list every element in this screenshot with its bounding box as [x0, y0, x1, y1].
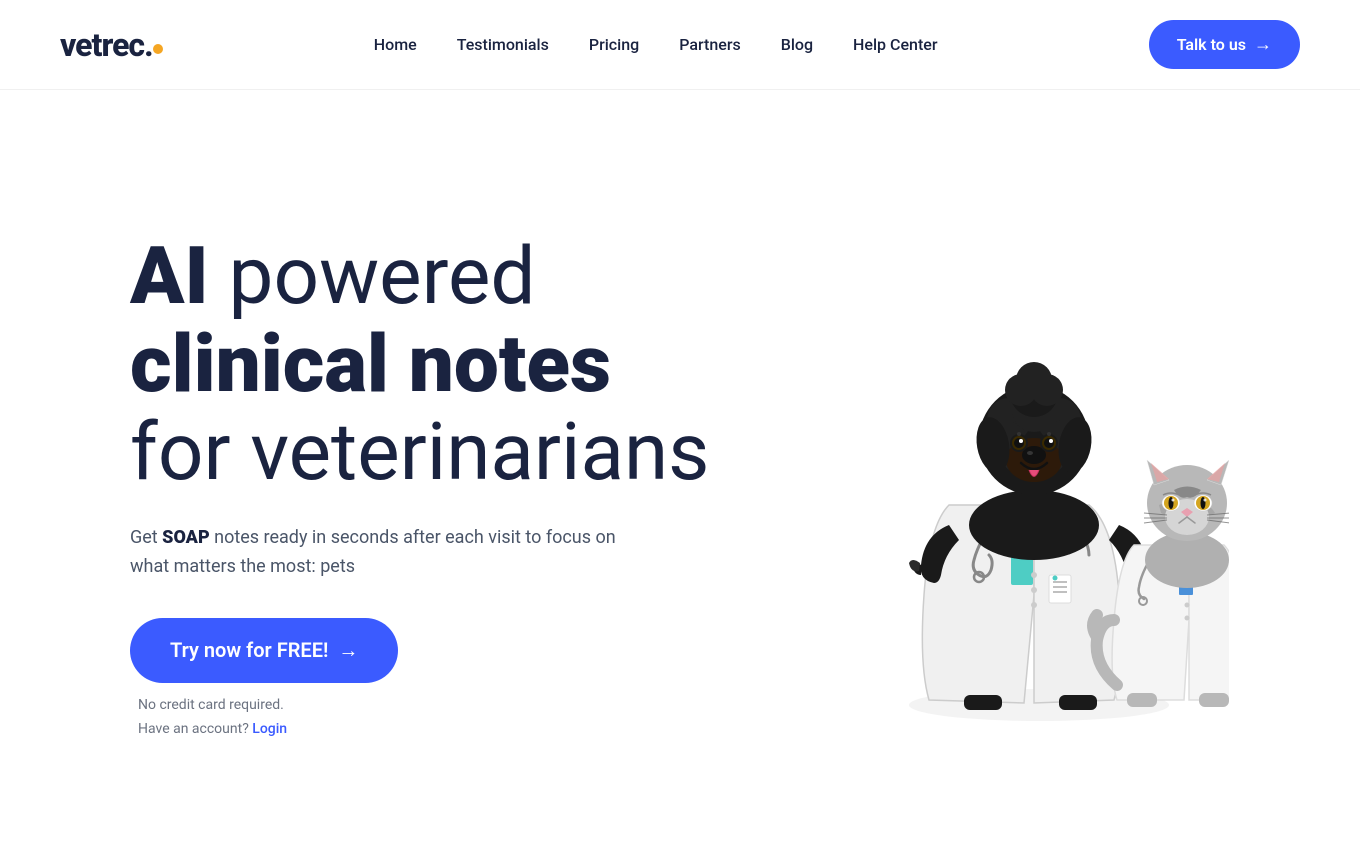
- have-account-text: Have an account? Login: [138, 721, 730, 737]
- hero-section: AI powered clinical notes for veterinari…: [0, 90, 1360, 859]
- hero-heading: AI powered clinical notes for veterinari…: [130, 232, 730, 496]
- hero-subtext: Get SOAP notes ready in seconds after ea…: [130, 524, 650, 582]
- try-free-label: Try now for FREE!: [170, 638, 328, 662]
- talk-to-us-arrow-icon: →: [1254, 34, 1272, 55]
- logo-dot-icon: [153, 44, 163, 54]
- no-credit-text: No credit card required.: [138, 697, 730, 713]
- logo-rec: rec.: [101, 26, 152, 64]
- try-free-button[interactable]: Try now for FREE! →: [130, 618, 398, 683]
- hero-clinical-notes-text: clinical notes: [130, 320, 730, 408]
- vet-illustration-container: [849, 245, 1229, 725]
- nav-home[interactable]: Home: [374, 35, 417, 54]
- hero-ai-text: AI powered: [130, 229, 536, 323]
- try-free-arrow-icon: →: [338, 638, 358, 663]
- hero-illustration: [797, 245, 1280, 725]
- main-nav: Home Testimonials Pricing Partners Blog …: [374, 35, 938, 54]
- hero-soap-text: SOAP: [162, 527, 210, 548]
- nav-partners[interactable]: Partners: [679, 35, 741, 54]
- login-link[interactable]: Login: [252, 721, 287, 737]
- logo-text: vetrec.: [60, 26, 163, 64]
- hero-for-vets-text: for veterinarians: [130, 408, 730, 496]
- logo-vet: vet: [60, 26, 101, 64]
- nav-help-center[interactable]: Help Center: [853, 35, 937, 54]
- logo[interactable]: vetrec.: [60, 26, 163, 64]
- vet-animals-illustration: [849, 245, 1229, 725]
- nav-blog[interactable]: Blog: [781, 35, 813, 54]
- talk-to-us-button[interactable]: Talk to us →: [1149, 20, 1300, 69]
- nav-testimonials[interactable]: Testimonials: [457, 35, 549, 54]
- hero-content: AI powered clinical notes for veterinari…: [130, 232, 730, 737]
- talk-to-us-label: Talk to us: [1177, 35, 1246, 54]
- nav-pricing[interactable]: Pricing: [589, 35, 639, 54]
- header: vetrec. Home Testimonials Pricing Partne…: [0, 0, 1360, 90]
